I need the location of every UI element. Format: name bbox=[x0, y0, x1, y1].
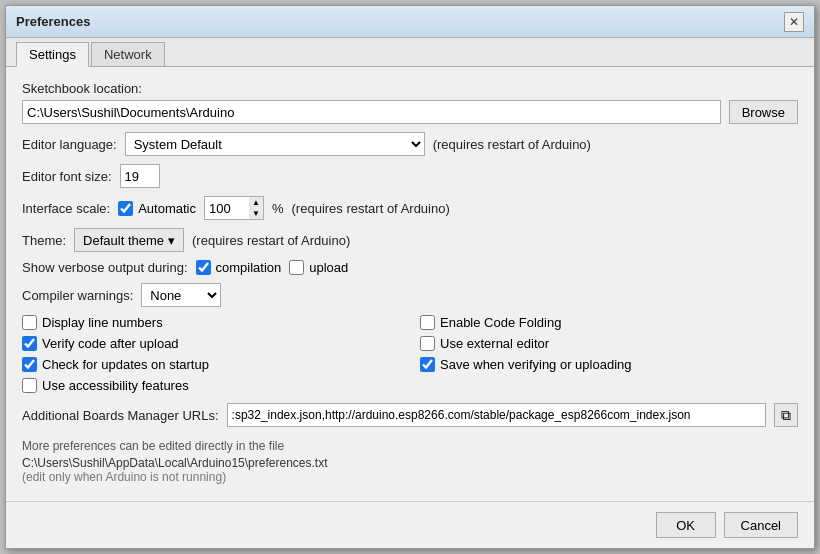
theme-label: Theme: bbox=[22, 233, 66, 248]
accessibility-item: Use accessibility features bbox=[22, 378, 400, 393]
cancel-button[interactable]: Cancel bbox=[724, 512, 798, 538]
prefs-path: C:\Users\Sushil\AppData\Local\Arduino15\… bbox=[22, 456, 798, 470]
save-when-verifying-item: Save when verifying or uploading bbox=[420, 357, 798, 372]
boards-copy-button[interactable]: ⧉ bbox=[774, 403, 798, 427]
more-prefs-text: More preferences can be edited directly … bbox=[22, 439, 284, 453]
sketchbook-input[interactable] bbox=[22, 100, 721, 124]
verbose-row: Show verbose output during: compilation … bbox=[22, 260, 798, 275]
interface-scale-label: Interface scale: bbox=[22, 201, 110, 216]
verbose-label: Show verbose output during: bbox=[22, 260, 188, 275]
save-when-verifying-checkbox[interactable] bbox=[420, 357, 435, 372]
display-line-numbers-checkbox[interactable] bbox=[22, 315, 37, 330]
check-updates-label: Check for updates on startup bbox=[42, 357, 209, 372]
scale-value-input[interactable] bbox=[204, 196, 249, 220]
enable-code-folding-checkbox[interactable] bbox=[420, 315, 435, 330]
scale-note: (requires restart of Arduino) bbox=[292, 201, 450, 216]
settings-content: Sketchbook location: Browse Editor langu… bbox=[6, 67, 814, 501]
compiler-select[interactable]: NoneDefaultMoreAll bbox=[141, 283, 221, 307]
display-line-numbers-item: Display line numbers bbox=[22, 315, 400, 330]
auto-scale-checkbox[interactable] bbox=[118, 201, 133, 216]
theme-value: Default theme bbox=[83, 233, 164, 248]
verify-code-checkbox[interactable] bbox=[22, 336, 37, 351]
interface-scale-row: Interface scale: Automatic ▲ ▼ % (requir… bbox=[22, 196, 798, 220]
upload-label: upload bbox=[309, 260, 348, 275]
boards-manager-label: Additional Boards Manager URLs: bbox=[22, 408, 219, 423]
save-when-verifying-label: Save when verifying or uploading bbox=[440, 357, 632, 372]
ok-button[interactable]: OK bbox=[656, 512, 716, 538]
external-editor-checkbox[interactable] bbox=[420, 336, 435, 351]
upload-checkbox[interactable] bbox=[289, 260, 304, 275]
editor-font-row: Editor font size: bbox=[22, 164, 798, 188]
editor-language-select[interactable]: System DefaultEnglishFrenchGerman bbox=[125, 132, 425, 156]
notes-section: More preferences can be edited directly … bbox=[22, 437, 798, 456]
checkboxes-grid: Display line numbers Enable Code Folding… bbox=[22, 315, 798, 393]
edit-warning: (edit only when Arduino is not running) bbox=[22, 470, 798, 484]
sketchbook-label: Sketchbook location: bbox=[22, 81, 798, 96]
theme-note: (requires restart of Arduino) bbox=[192, 233, 350, 248]
title-bar: Preferences ✕ bbox=[6, 6, 814, 38]
theme-chevron-icon: ▾ bbox=[168, 233, 175, 248]
editor-language-note: (requires restart of Arduino) bbox=[433, 137, 591, 152]
theme-button[interactable]: Default theme ▾ bbox=[74, 228, 184, 252]
percent-label: % bbox=[272, 201, 284, 216]
scale-down-button[interactable]: ▼ bbox=[249, 208, 263, 219]
browse-button[interactable]: Browse bbox=[729, 100, 798, 124]
external-editor-label: Use external editor bbox=[440, 336, 549, 351]
scale-up-button[interactable]: ▲ bbox=[249, 197, 263, 208]
check-updates-checkbox[interactable] bbox=[22, 357, 37, 372]
verify-code-label: Verify code after upload bbox=[42, 336, 179, 351]
editor-language-label: Editor language: bbox=[22, 137, 117, 152]
close-button[interactable]: ✕ bbox=[784, 12, 804, 32]
compilation-checkbox[interactable] bbox=[196, 260, 211, 275]
accessibility-label: Use accessibility features bbox=[42, 378, 189, 393]
compiler-row: Compiler warnings: NoneDefaultMoreAll bbox=[22, 283, 798, 307]
preferences-dialog: Preferences ✕ Settings Network Sketchboo… bbox=[5, 5, 815, 549]
editor-font-input[interactable] bbox=[120, 164, 160, 188]
tabs-container: Settings Network bbox=[6, 38, 814, 67]
dialog-title: Preferences bbox=[16, 14, 90, 29]
sketchbook-row: Browse bbox=[22, 100, 798, 124]
enable-code-folding-item: Enable Code Folding bbox=[420, 315, 798, 330]
tab-settings[interactable]: Settings bbox=[16, 42, 89, 67]
footer: OK Cancel bbox=[6, 501, 814, 548]
editor-font-label: Editor font size: bbox=[22, 169, 112, 184]
auto-scale-label: Automatic bbox=[138, 201, 196, 216]
boards-manager-row: Additional Boards Manager URLs: ⧉ bbox=[22, 403, 798, 427]
theme-row: Theme: Default theme ▾ (requires restart… bbox=[22, 228, 798, 252]
external-editor-item: Use external editor bbox=[420, 336, 798, 351]
check-updates-item: Check for updates on startup bbox=[22, 357, 400, 372]
verify-code-item: Verify code after upload bbox=[22, 336, 400, 351]
compiler-label: Compiler warnings: bbox=[22, 288, 133, 303]
compilation-label: compilation bbox=[216, 260, 282, 275]
display-line-numbers-label: Display line numbers bbox=[42, 315, 163, 330]
enable-code-folding-label: Enable Code Folding bbox=[440, 315, 561, 330]
accessibility-checkbox[interactable] bbox=[22, 378, 37, 393]
editor-language-row: Editor language: System DefaultEnglishFr… bbox=[22, 132, 798, 156]
tab-network[interactable]: Network bbox=[91, 42, 165, 66]
boards-manager-input[interactable] bbox=[227, 403, 766, 427]
